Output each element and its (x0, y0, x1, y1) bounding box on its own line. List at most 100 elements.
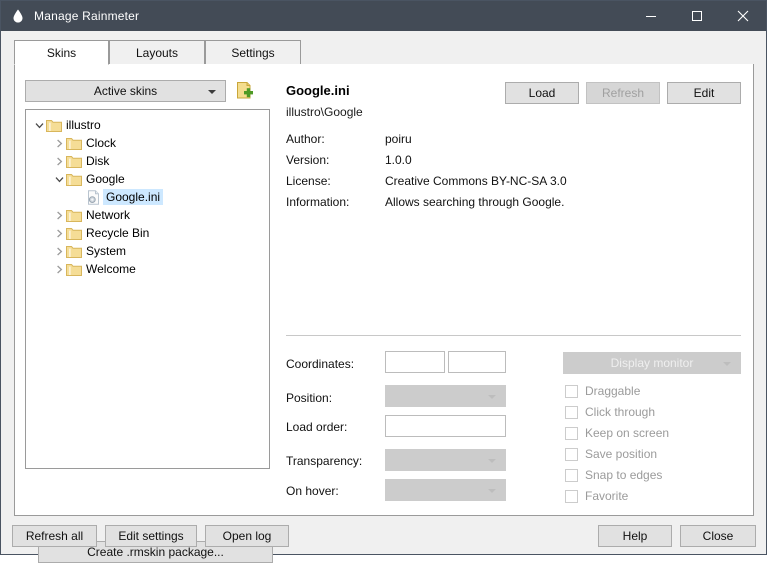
load-button[interactable]: Load (505, 82, 579, 104)
tree-item[interactable]: Google.ini (72, 188, 164, 206)
create-rmskin-package-label: Create .rmskin package... (87, 545, 224, 559)
coordinate-y-input[interactable] (448, 351, 506, 373)
checkbox-snap-to-edges-label: Snap to edges (585, 468, 663, 482)
raindrop-icon (10, 8, 26, 24)
license-value: Creative Commons BY-NC-SA 3.0 (385, 174, 567, 188)
tree-item[interactable]: Clock (52, 134, 116, 152)
chevron-down-icon[interactable] (52, 170, 66, 188)
refresh-button[interactable]: Refresh (586, 82, 660, 104)
load-button-label: Load (528, 86, 556, 100)
display-monitor-label: Display monitor (610, 356, 694, 370)
tab-settings-label: Settings (231, 45, 275, 60)
maximize-icon[interactable] (674, 1, 720, 31)
checkbox-snap-to-edges[interactable]: Snap to edges (565, 466, 662, 484)
checkbox-save-position[interactable]: Save position (565, 445, 657, 463)
title-bar: Manage Rainmeter (1, 1, 766, 31)
checkbox-favorite[interactable]: Favorite (565, 487, 628, 505)
chevron-right-icon[interactable] (52, 224, 66, 242)
folder-icon (66, 208, 82, 222)
checkbox-click-through-label: Click through (585, 405, 656, 419)
tree-item-label: Disk (86, 154, 110, 168)
close-button[interactable]: Close (680, 525, 756, 547)
chevron-down-icon (488, 489, 496, 493)
checkbox-box (565, 489, 578, 503)
chevron-right-icon[interactable] (52, 242, 66, 260)
load-order-label: Load order: (286, 420, 348, 434)
tree-item[interactable]: Disk (52, 152, 109, 170)
chevron-down-icon (488, 395, 496, 399)
on-hover-dropdown[interactable] (385, 479, 506, 501)
checkbox-box (565, 447, 578, 461)
tree-item-label: Recycle Bin (86, 226, 150, 240)
coordinates-label: Coordinates: (286, 357, 355, 371)
skins-tree[interactable]: illustro Clock Disk Google Google.ini Network… (25, 109, 270, 469)
open-log-button[interactable]: Open log (205, 525, 289, 547)
tree-item-label: Welcome (86, 262, 136, 276)
transparency-label: Transparency: (286, 454, 363, 468)
version-value: 1.0.0 (385, 153, 412, 167)
tab-layouts[interactable]: Layouts (109, 40, 205, 65)
edit-settings-label: Edit settings (118, 529, 184, 543)
license-label: License: (286, 174, 331, 188)
tab-skins-label: Skins (46, 45, 77, 60)
checkbox-save-position-label: Save position (585, 447, 658, 461)
chevron-down-icon (488, 459, 496, 463)
folder-icon (66, 154, 82, 168)
minimize-icon[interactable] (628, 1, 674, 31)
transparency-dropdown[interactable] (385, 449, 506, 471)
edit-button-label: Edit (693, 86, 715, 100)
edit-button[interactable]: Edit (667, 82, 741, 104)
skin-path: illustro\Google (286, 105, 363, 119)
folder-icon (66, 226, 82, 240)
active-skins-value: Active skins (93, 84, 158, 98)
tab-layouts-label: Layouts (135, 45, 179, 60)
tree-item-label: Google.ini (103, 189, 164, 205)
tree-item-label: Google (86, 172, 125, 186)
author-value: poiru (385, 132, 412, 146)
chevron-down-icon (208, 90, 216, 94)
tree-item[interactable]: illustro (32, 116, 101, 134)
add-skin-icon[interactable] (236, 81, 254, 100)
edit-settings-button[interactable]: Edit settings (105, 525, 197, 547)
tree-item[interactable]: Google (52, 170, 125, 188)
checkbox-favorite-label: Favorite (585, 489, 629, 503)
tree-item[interactable]: Network (52, 206, 130, 224)
active-skins-dropdown[interactable]: Active skins (25, 80, 226, 102)
on-hover-label: On hover: (286, 484, 339, 498)
checkbox-keep-on-screen[interactable]: Keep on screen (565, 424, 669, 442)
tree-item[interactable]: Welcome (52, 260, 136, 278)
close-label: Close (702, 529, 734, 543)
tree-item-label: System (86, 244, 127, 258)
refresh-all-button[interactable]: Refresh all (12, 525, 97, 547)
checkbox-keep-on-screen-label: Keep on screen (585, 426, 670, 440)
chevron-right-icon[interactable] (52, 134, 66, 152)
skin-name: Google.ini (286, 83, 350, 98)
checkbox-click-through[interactable]: Click through (565, 403, 655, 421)
tree-item[interactable]: Recycle Bin (52, 224, 149, 242)
help-button[interactable]: Help (598, 525, 672, 547)
folder-icon (46, 118, 62, 132)
tab-skins[interactable]: Skins (14, 40, 109, 65)
load-order-input[interactable] (385, 415, 506, 437)
folder-icon (66, 172, 82, 186)
window-controls (628, 1, 766, 31)
display-monitor-dropdown[interactable]: Display monitor (563, 352, 741, 374)
coordinate-x-input[interactable] (385, 351, 445, 373)
position-dropdown[interactable] (385, 385, 506, 407)
chevron-down-icon[interactable] (32, 116, 46, 134)
checkbox-box (565, 405, 578, 419)
chevron-right-icon[interactable] (52, 260, 66, 278)
refresh-all-label: Refresh all (25, 529, 84, 543)
tab-settings[interactable]: Settings (205, 40, 301, 65)
close-icon[interactable] (720, 1, 766, 31)
skin-filter-row: Active skins (25, 80, 270, 102)
chevron-right-icon[interactable] (52, 152, 66, 170)
checkbox-draggable[interactable]: Draggable (565, 382, 640, 400)
tree-item[interactable]: System (52, 242, 126, 260)
information-value: Allows searching through Google. (385, 195, 565, 209)
tree-item-label: Network (86, 208, 131, 222)
ini-file-icon (86, 189, 101, 205)
chevron-right-icon[interactable] (52, 206, 66, 224)
tree-item-label: illustro (66, 118, 101, 132)
